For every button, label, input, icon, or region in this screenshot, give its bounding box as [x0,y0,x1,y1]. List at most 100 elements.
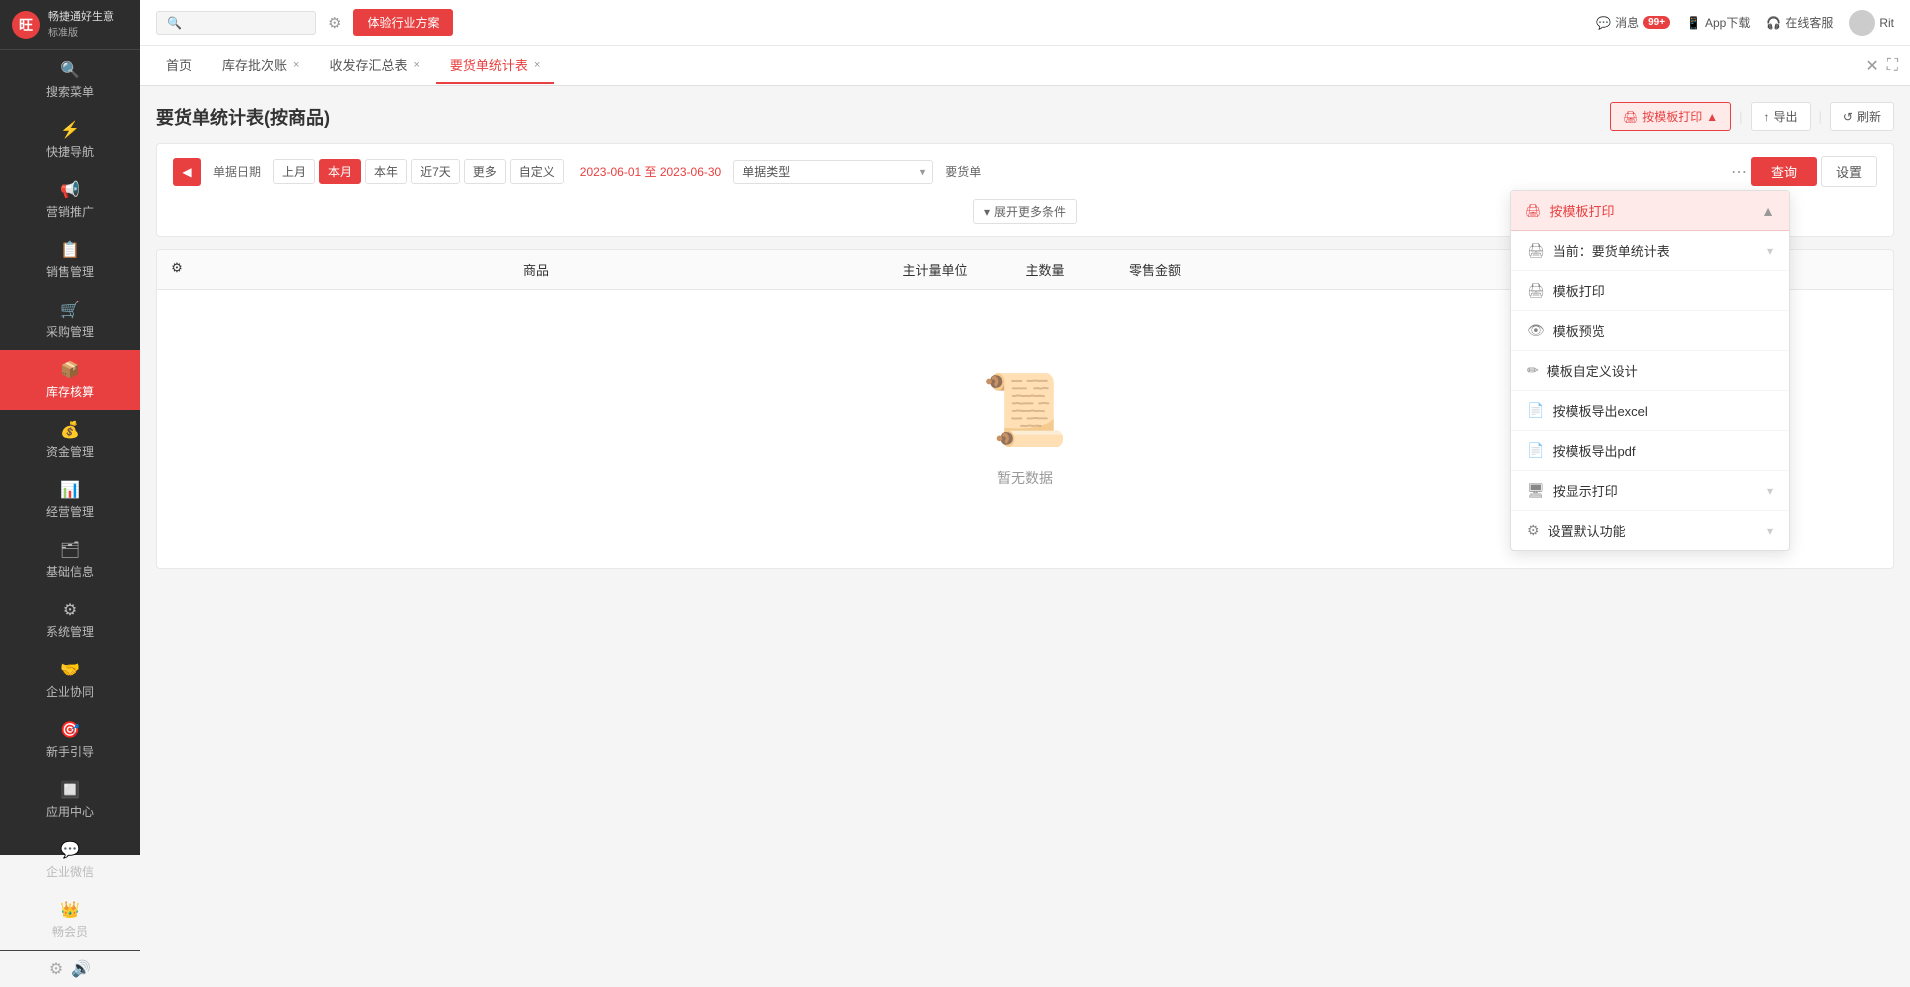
type-select-wrapper: 单据类型 [733,160,933,184]
dropdown-item-export-pdf[interactable]: 📄 按模板导出pdf [1511,431,1789,471]
sidebar-label-wechat: 企业微信 [46,863,94,880]
filter-expand-left[interactable]: ◀ [173,158,201,186]
date-this-month[interactable]: 本月 [319,159,361,184]
date-custom[interactable]: 自定义 [510,159,564,184]
query-button[interactable]: 查询 [1751,157,1817,186]
settings-button[interactable]: 设置 [1821,156,1877,187]
sidebar-label-basic: 基础信息 [46,563,94,580]
tab-order-summary[interactable]: 要货单统计表 × [436,47,554,84]
export-icon: ↑ [1764,110,1770,124]
sidebar-label-member: 畅会员 [52,923,88,940]
filter-expand-left-icon: ◀ [182,165,191,179]
query-settings-group: ⋯ 查询 设置 [1731,156,1877,187]
page-content: 要货单统计表(按商品) 🖨 按模板打印 ▲ | ↑ 导出 | ↺ 刷新 [140,86,1910,855]
col-unit: 主计量单位 [875,260,995,279]
expand-label: 展开更多条件 [994,203,1066,220]
sales-icon: 📋 [60,240,80,260]
tab-order-summary-close[interactable]: × [534,59,540,71]
app-download-item[interactable]: 📱 App下载 [1686,14,1750,31]
tab-inventory-batch[interactable]: 库存批次账 × [208,47,313,84]
tab-home[interactable]: 首页 [152,47,206,84]
dropdown-item-template-design[interactable]: ✏ 模板自定义设计 [1511,351,1789,391]
trial-button[interactable]: 体验行业方案 [353,9,453,36]
sidebar-label-apps: 应用中心 [46,803,94,820]
template-preview-left: 👁 模板预览 [1527,321,1605,340]
type-select[interactable]: 单据类型 [733,160,933,184]
export-label: 导出 [1774,108,1798,125]
filter-row: ◀ 单据日期 上月 本月 本年 近7天 更多 自定义 2023-06-01 至 … [173,156,1877,187]
tab-collection-summary-close[interactable]: × [413,59,419,71]
sidebar-label-shortcut: 快捷导航 [46,143,94,160]
export-pdf-left: 📄 按模板导出pdf [1527,441,1636,460]
print-template-button[interactable]: 🖨 按模板打印 ▲ [1610,102,1731,131]
marketing-icon: 📢 [60,180,80,200]
tab-close-icon[interactable]: ✕ [1865,56,1878,76]
tab-collection-summary[interactable]: 收发存汇总表 × [315,47,433,84]
refresh-button[interactable]: ↺ 刷新 [1830,102,1894,131]
dropdown-item-template-print[interactable]: 🖨 模板打印 [1511,271,1789,311]
sidebar-item-apps[interactable]: 🔲 应用中心 [0,770,140,830]
system-icon: ⚙ [63,600,77,620]
search-icon: 🔍 [60,60,80,80]
sidebar-label-business: 经营管理 [46,503,94,520]
sound-bottom-icon[interactable]: 🔊 [71,959,91,979]
topbar-gear-icon[interactable]: ⚙ [328,14,341,32]
topbar-right: 💬 消息 99+ 📱 App下载 🎧 在线客服 Rit [1596,10,1894,36]
basic-icon: 🗂 [60,540,80,560]
user-avatar-item[interactable]: Rit [1849,10,1894,36]
sidebar-item-search[interactable]: 🔍 搜索菜单 [0,50,140,110]
sidebar-item-business[interactable]: 📊 经营管理 [0,470,140,530]
default-func-label: 设置默认功能 [1548,521,1626,540]
date-prev-month[interactable]: 上月 [273,159,315,184]
topbar-search[interactable]: 🔍 [156,11,316,35]
date-7days[interactable]: 近7天 [411,159,460,184]
sidebar-item-finance[interactable]: 💰 资金管理 [0,410,140,470]
export-excel-icon: 📄 [1527,402,1544,419]
customer-service-item[interactable]: 🎧 在线客服 [1766,14,1833,31]
sidebar-item-purchase[interactable]: 🛒 采购管理 [0,290,140,350]
app-download-label: App下载 [1705,14,1750,31]
col-settings[interactable]: ⚙ [157,260,197,279]
dropdown-item-display-print[interactable]: 🖥 按显示打印 ▾ [1511,471,1789,511]
sidebar-item-member[interactable]: 👑 畅会员 [0,890,140,950]
date-more[interactable]: 更多 [464,159,506,184]
sidebar-item-sales[interactable]: 📋 销售管理 [0,230,140,290]
sidebar-item-guide[interactable]: 🎯 新手引导 [0,710,140,770]
logo-icon: 旺 [12,11,40,39]
dropdown-item-template-preview[interactable]: 👁 模板预览 [1511,311,1789,351]
dropdown-close-icon[interactable]: ▲ [1761,203,1775,219]
dropdown-item-export-excel[interactable]: 📄 按模板导出excel [1511,391,1789,431]
current-label: 当前：要货单统计表 [1553,241,1670,260]
sidebar-item-system[interactable]: ⚙ 系统管理 [0,590,140,650]
sidebar-label-guide: 新手引导 [46,743,94,760]
template-print-icon: 🖨 [1527,282,1545,299]
sidebar-item-marketing[interactable]: 📢 营销推广 [0,170,140,230]
tab-maximize-icon[interactable]: ⛶ [1887,57,1898,75]
sidebar-item-inventory[interactable]: 📦 库存核算 [0,350,140,410]
template-preview-label: 模板预览 [1553,321,1605,340]
sidebar-item-shortcut[interactable]: ⚡ 快捷导航 [0,110,140,170]
sidebar-label-sales: 销售管理 [46,263,94,280]
current-arrow-icon: ▾ [1767,244,1773,258]
export-button[interactable]: ↑ 导出 [1751,102,1811,131]
date-this-year[interactable]: 本年 [365,159,407,184]
expand-more-button[interactable]: ▾ 展开更多条件 [973,199,1077,224]
more-options-icon[interactable]: ⋯ [1731,162,1747,182]
sidebar-item-wechat[interactable]: 💬 企业微信 [0,830,140,890]
current-print-icon: 🖨 [1527,242,1545,259]
settings-bottom-icon[interactable]: ⚙ [49,959,63,979]
col-goods: 商品 [197,260,875,279]
default-func-arrow: ▾ [1767,524,1773,538]
sidebar-item-basic[interactable]: 🗂 基础信息 [0,530,140,590]
wechat-icon: 💬 [60,840,80,860]
dropdown-current-item[interactable]: 🖨 当前：要货单统计表 ▾ [1511,231,1789,271]
messages-item[interactable]: 💬 消息 99+ [1596,14,1670,31]
sidebar-item-collab[interactable]: 🤝 企业协同 [0,650,140,710]
tab-order-summary-label: 要货单统计表 [450,55,528,74]
messages-label: 消息 [1615,14,1639,31]
guide-icon: 🎯 [60,720,80,740]
tab-inventory-batch-close[interactable]: × [293,59,299,71]
template-preview-icon: 👁 [1527,322,1545,339]
dropdown-item-default-func[interactable]: ⚙ 设置默认功能 ▾ [1511,511,1789,550]
template-print-label: 模板打印 [1553,281,1605,300]
